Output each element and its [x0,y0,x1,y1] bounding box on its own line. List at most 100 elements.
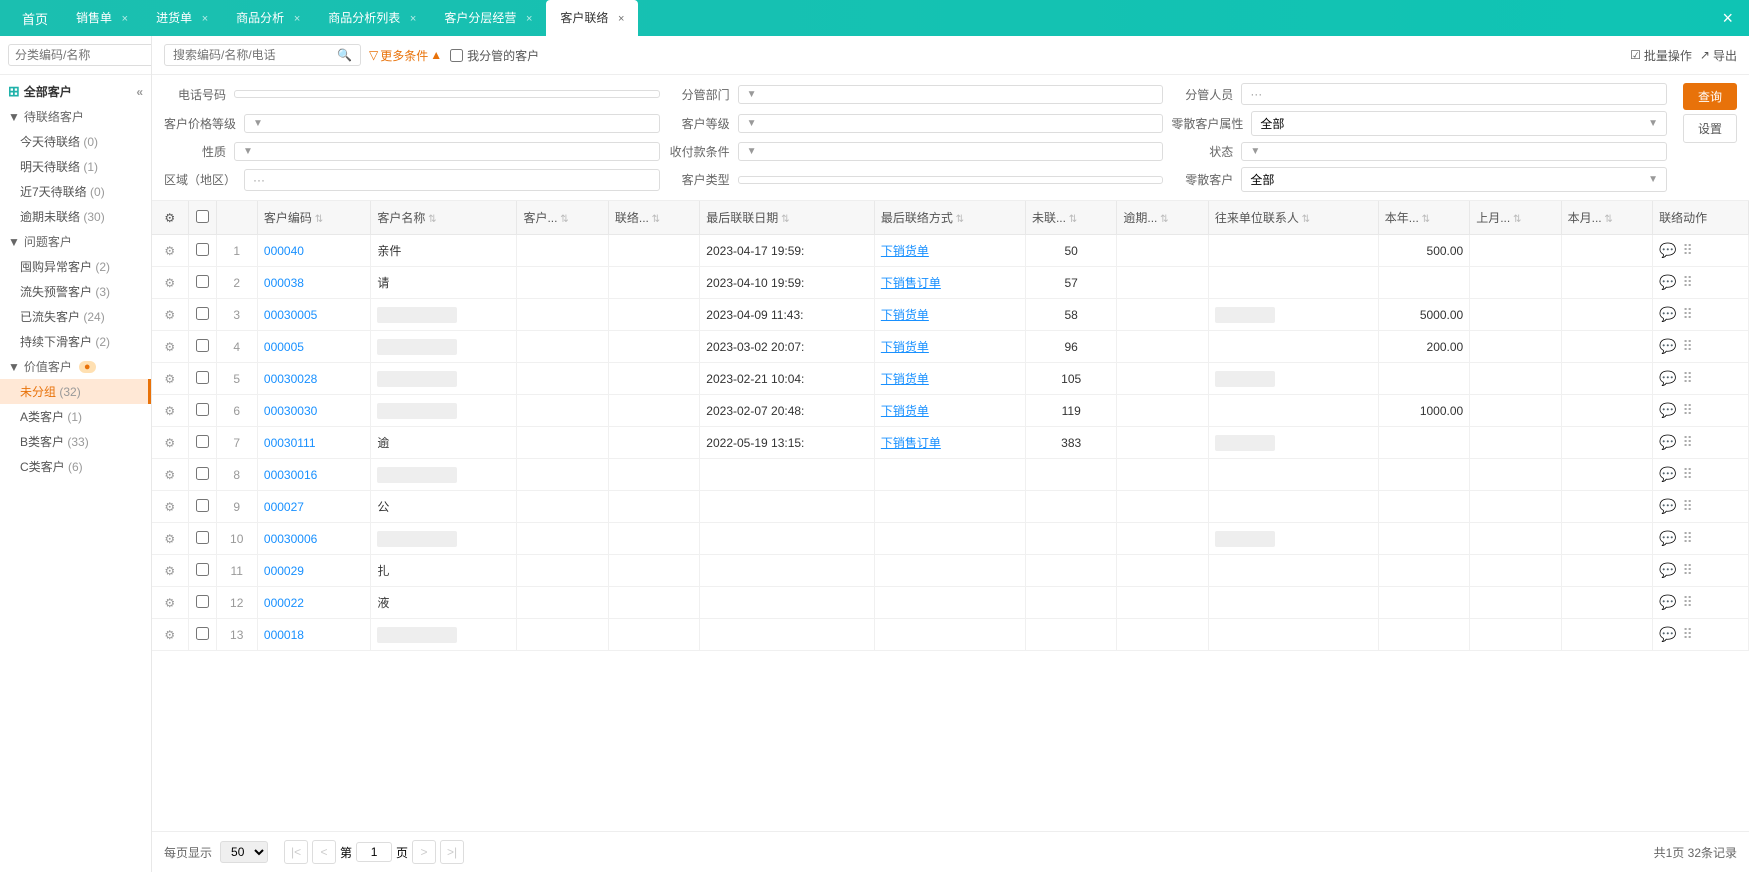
sidebar-item-class-a[interactable]: A类客户 (1) [0,404,151,429]
row-gear[interactable]: ⚙ [152,299,188,331]
action-message-icon[interactable]: 💬 [1659,562,1676,579]
sidebar-group-pending[interactable]: ▼ 待联络客户 [0,104,151,129]
action-more-icon[interactable]: ⠿ [1683,306,1693,323]
action-more-icon[interactable]: ⠿ [1683,370,1693,387]
row-last-way[interactable] [874,619,1025,651]
row-code[interactable]: 00030111 [257,427,370,459]
col-unit-contact[interactable]: 往来单位联系人 [1208,201,1378,235]
row-gear[interactable]: ⚙ [152,267,188,299]
row-gear[interactable]: ⚙ [152,363,188,395]
close-tab-customer-contact[interactable]: × [618,13,624,25]
row-gear[interactable]: ⚙ [152,427,188,459]
row-name[interactable] [371,395,517,427]
row-last-way[interactable]: 下销货单 [874,331,1025,363]
row-gear[interactable]: ⚙ [152,395,188,427]
row-code[interactable]: 00030016 [257,459,370,491]
row-name[interactable] [371,459,517,491]
row-name[interactable]: 逾 [371,427,517,459]
sidebar-item-declining[interactable]: 持续下滑客户 (2) [0,329,151,354]
field-price-level-input[interactable]: ▼ [244,114,660,133]
first-page-btn[interactable]: |< [284,840,308,864]
contact-way-link[interactable]: 下销售订单 [881,436,941,450]
row-checkbox[interactable] [188,491,216,523]
col-last-month[interactable]: 上月... [1470,201,1561,235]
row-name[interactable] [371,363,517,395]
row-gear[interactable]: ⚙ [152,235,188,267]
sidebar-search-input[interactable] [8,44,152,66]
field-cust-level-input[interactable]: ▼ [738,114,1164,133]
page-size-select[interactable]: 50 [220,841,268,863]
row-checkbox[interactable] [188,427,216,459]
export-btn[interactable]: ↗ 导出 [1700,47,1737,64]
row-last-way[interactable]: 下销售订单 [874,427,1025,459]
row-code[interactable]: 000029 [257,555,370,587]
row-gear[interactable]: ⚙ [152,555,188,587]
action-more-icon[interactable]: ⠿ [1683,242,1693,259]
action-message-icon[interactable]: 💬 [1659,594,1676,611]
field-region-input[interactable]: ··· [244,169,660,191]
action-message-icon[interactable]: 💬 [1659,338,1676,355]
col-level[interactable]: 客户... [517,201,608,235]
contact-way-link[interactable]: 下销货单 [881,404,929,418]
col-contact[interactable]: 联络... [608,201,699,235]
row-last-way[interactable]: 下销货单 [874,395,1025,427]
field-manager-input[interactable]: ··· [1241,83,1667,105]
next-page-btn[interactable]: > [412,840,436,864]
col-this-year[interactable]: 本年... [1378,201,1469,235]
row-checkbox[interactable] [188,395,216,427]
row-gear[interactable]: ⚙ [152,459,188,491]
contact-way-link[interactable]: 下销售订单 [881,276,941,290]
close-tab-customer-seg[interactable]: × [526,13,532,25]
contact-way-link[interactable]: 下销货单 [881,244,929,258]
action-more-icon[interactable]: ⠿ [1683,530,1693,547]
action-message-icon[interactable]: 💬 [1659,402,1676,419]
close-tab-purchase[interactable]: × [202,13,208,25]
field-scatter-cust-input[interactable]: 全部 ▼ [1241,167,1667,192]
row-code[interactable]: 000005 [257,331,370,363]
contact-way-link[interactable]: 下销货单 [881,308,929,322]
sidebar-item-overdue[interactable]: 逾期未联络 (30) [0,204,151,229]
row-name[interactable] [371,523,517,555]
field-phone-input[interactable] [234,90,660,98]
row-code[interactable]: 00030006 [257,523,370,555]
row-name[interactable]: 请 [371,267,517,299]
row-checkbox[interactable] [188,523,216,555]
sidebar-item-class-c[interactable]: C类客户 (6) [0,454,151,479]
sidebar-item-churn-warn[interactable]: 流失预警客户 (3) [0,279,151,304]
sidebar-item-today[interactable]: 今天待联络 (0) [0,129,151,154]
sidebar-group-value[interactable]: ▼ 价值客户 ● [0,354,151,379]
last-page-btn[interactable]: >| [440,840,464,864]
row-checkbox[interactable] [188,267,216,299]
row-code[interactable]: 000027 [257,491,370,523]
gear-column-header[interactable]: ⚙ [152,201,188,235]
row-gear[interactable]: ⚙ [152,491,188,523]
action-message-icon[interactable]: 💬 [1659,242,1676,259]
action-message-icon[interactable]: 💬 [1659,498,1676,515]
action-message-icon[interactable]: 💬 [1659,466,1676,483]
row-checkbox[interactable] [188,235,216,267]
sidebar-item-tomorrow[interactable]: 明天待联络 (1) [0,154,151,179]
sidebar-item-7days[interactable]: 近7天待联络 (0) [0,179,151,204]
row-checkbox[interactable] [188,555,216,587]
nav-tab-sales[interactable]: 销售单 × [62,0,142,36]
action-message-icon[interactable]: 💬 [1659,274,1676,291]
field-payment-input[interactable]: ▼ [738,142,1164,161]
row-name[interactable] [371,331,517,363]
field-nature-input[interactable]: ▼ [234,142,660,161]
row-checkbox[interactable] [188,299,216,331]
nav-tab-customer-contact[interactable]: 客户联络 × [546,0,638,36]
field-status-input[interactable]: ▼ [1241,142,1667,161]
row-name[interactable] [371,619,517,651]
close-tab-sales[interactable]: × [122,13,128,25]
row-gear[interactable]: ⚙ [152,587,188,619]
close-tab-analysis-list[interactable]: × [410,13,416,25]
row-checkbox[interactable] [188,619,216,651]
close-tab-analysis[interactable]: × [294,13,300,25]
sidebar-item-churned[interactable]: 已流失客户 (24) [0,304,151,329]
row-last-way[interactable]: 下销售订单 [874,267,1025,299]
action-more-icon[interactable]: ⠿ [1683,274,1693,291]
batch-op-btn[interactable]: ☑ 批量操作 [1630,47,1692,64]
row-gear[interactable]: ⚙ [152,523,188,555]
row-last-way[interactable]: 下销货单 [874,235,1025,267]
action-more-icon[interactable]: ⠿ [1683,402,1693,419]
